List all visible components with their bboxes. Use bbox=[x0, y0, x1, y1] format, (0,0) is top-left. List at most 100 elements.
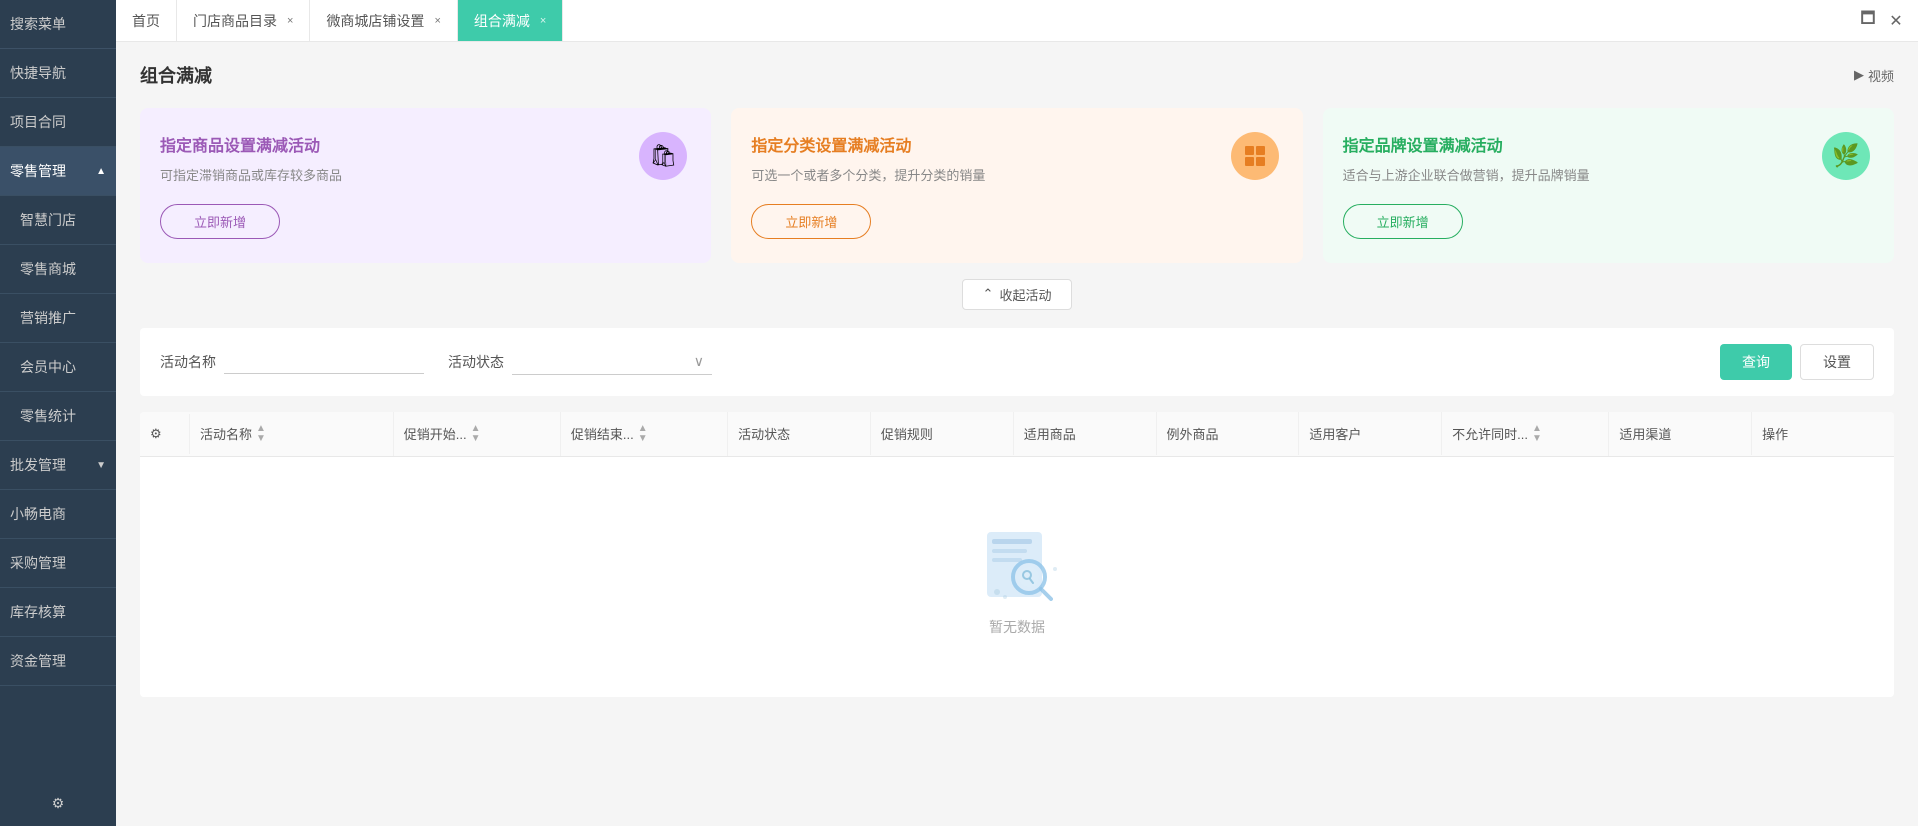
th-label: 适用商品 bbox=[1024, 424, 1076, 443]
sidebar-item-label: 零售统计 bbox=[20, 406, 76, 426]
tab-close-icon[interactable]: × bbox=[434, 15, 440, 27]
play-icon: ▶ bbox=[1854, 67, 1864, 83]
th-label: 活动状态 bbox=[738, 424, 790, 443]
th-label: 不允许同时... bbox=[1452, 424, 1528, 443]
settings-button[interactable]: ⚙ bbox=[0, 781, 116, 826]
content-area: 组合满减 ▶ 视频 🛍 指定商品设置满减活动 可指定滞销商品或库存较多商品 立即… bbox=[116, 42, 1918, 826]
setting-button[interactable]: 设置 bbox=[1800, 344, 1874, 380]
category-card-add-button[interactable]: 立即新增 bbox=[751, 204, 871, 239]
th-applicable-channel: 适用渠道 bbox=[1609, 412, 1752, 455]
sidebar-item-inventory-calc[interactable]: 库存核算 bbox=[0, 588, 116, 637]
table-header: ⚙ 活动名称 ▲▼ 促销开始... ▲▼ 促销结束... ▲▼ 活动状态 bbox=[140, 412, 1894, 457]
th-activity-status: 活动状态 bbox=[728, 412, 871, 455]
collapse-bar: ⌃ 收起活动 bbox=[140, 279, 1894, 310]
page-header: 组合满减 ▶ 视频 bbox=[140, 62, 1894, 88]
sidebar-item-smart-store[interactable]: 智慧门店 bbox=[0, 196, 116, 245]
empty-text: 暂无数据 bbox=[989, 617, 1045, 637]
sidebar-item-member-center[interactable]: 会员中心 bbox=[0, 343, 116, 392]
tab-combo-discount[interactable]: 组合满减 × bbox=[458, 0, 563, 41]
sidebar-item-label: 批发管理 bbox=[10, 455, 66, 475]
sidebar-item-wholesale-mgmt[interactable]: 批发管理 ▼ bbox=[0, 441, 116, 490]
goods-card-icon: 🛍 bbox=[639, 132, 687, 180]
collapse-label: 收起活动 bbox=[999, 285, 1051, 304]
activity-name-label: 活动名称 bbox=[160, 352, 216, 372]
sidebar-item-retail-mgmt[interactable]: 零售管理 ▲ bbox=[0, 147, 116, 196]
th-label: 操作 bbox=[1762, 424, 1788, 443]
chevron-up-icon: ▲ bbox=[96, 166, 106, 177]
gear-icon: ⚙ bbox=[52, 795, 65, 812]
sidebar-item-purchase-mgmt[interactable]: 采购管理 bbox=[0, 539, 116, 588]
tab-wechat-store[interactable]: 微商城店铺设置 × bbox=[310, 0, 457, 41]
sidebar-search[interactable]: 搜索菜单 bbox=[0, 0, 116, 49]
th-activity-name[interactable]: 活动名称 ▲▼ bbox=[190, 412, 394, 456]
close-window-button[interactable]: ✕ bbox=[1886, 11, 1906, 31]
query-button[interactable]: 查询 bbox=[1720, 344, 1792, 380]
sidebar-item-marketing[interactable]: 营销推广 bbox=[0, 294, 116, 343]
video-label: 视频 bbox=[1868, 66, 1894, 85]
sidebar-item-label: 零售管理 bbox=[10, 161, 66, 181]
sidebar-item-fund-mgmt[interactable]: 资金管理 bbox=[0, 637, 116, 686]
category-card-title: 指定分类设置满减活动 bbox=[751, 132, 1282, 156]
tab-close-icon[interactable]: × bbox=[540, 15, 546, 27]
tab-close-icon[interactable]: × bbox=[287, 15, 293, 27]
sidebar-item-retail-stats[interactable]: 零售统计 bbox=[0, 392, 116, 441]
th-label: 活动名称 bbox=[200, 424, 252, 443]
tab-home[interactable]: 首页 bbox=[116, 0, 177, 41]
tab-store-catalog[interactable]: 门店商品目录 × bbox=[177, 0, 310, 41]
sidebar-item-label: 采购管理 bbox=[10, 553, 66, 573]
sort-icon: ▲▼ bbox=[471, 424, 481, 444]
tab-label: 微商城店铺设置 bbox=[326, 11, 424, 31]
th-action: 操作 bbox=[1752, 412, 1894, 455]
sidebar-item-label: 小畅电商 bbox=[10, 504, 66, 524]
sidebar-item-xiaochangEC[interactable]: 小畅电商 bbox=[0, 490, 116, 539]
brand-card-icon: 🌿 bbox=[1822, 132, 1870, 180]
th-except-goods: 例外商品 bbox=[1157, 412, 1300, 455]
sidebar-item-label: 营销推广 bbox=[20, 308, 76, 328]
th-promo-start[interactable]: 促销开始... ▲▼ bbox=[394, 412, 561, 456]
sidebar: 搜索菜单 快捷导航 项目合同 零售管理 ▲ 智慧门店 零售商城 营销推广 会员中… bbox=[0, 0, 116, 826]
brand-activity-card: 🌿 指定品牌设置满减活动 适合与上游企业联合做营销，提升品牌销量 立即新增 bbox=[1323, 108, 1894, 263]
tab-label: 首页 bbox=[132, 11, 160, 31]
goods-card-desc: 可指定滞销商品或库存较多商品 bbox=[160, 166, 691, 186]
th-not-same[interactable]: 不允许同时... ▲▼ bbox=[1442, 412, 1609, 456]
search-form: 活动名称 活动状态 ∨ 查询 设置 bbox=[140, 328, 1894, 396]
sort-icon: ▲▼ bbox=[1532, 424, 1542, 444]
goods-card-title: 指定商品设置满减活动 bbox=[160, 132, 691, 156]
sidebar-item-project-contract[interactable]: 项目合同 bbox=[0, 98, 116, 147]
video-link[interactable]: ▶ 视频 bbox=[1854, 66, 1894, 85]
sidebar-item-label: 智慧门店 bbox=[20, 210, 76, 230]
sidebar-item-label: 资金管理 bbox=[10, 651, 66, 671]
brand-card-add-button[interactable]: 立即新增 bbox=[1343, 204, 1463, 239]
main-area: 首页 门店商品目录 × 微商城店铺设置 × 组合满减 × 🗖 ✕ 组合满减 ▶ … bbox=[116, 0, 1918, 826]
collapse-activity-button[interactable]: ⌃ 收起活动 bbox=[962, 279, 1073, 310]
search-buttons: 查询 设置 bbox=[1720, 344, 1874, 380]
chevron-down-icon: ∨ bbox=[694, 353, 704, 370]
tab-label: 门店商品目录 bbox=[193, 11, 277, 31]
page-title: 组合满减 bbox=[140, 62, 212, 88]
restore-window-button[interactable]: 🗖 bbox=[1858, 11, 1878, 31]
activity-status-select[interactable]: ∨ bbox=[512, 349, 712, 375]
sidebar-item-label: 快捷导航 bbox=[10, 63, 66, 83]
sidebar-item-quick-nav[interactable]: 快捷导航 bbox=[0, 49, 116, 98]
th-label: 适用客户 bbox=[1309, 424, 1361, 443]
th-label: 例外商品 bbox=[1167, 424, 1219, 443]
empty-state: 暂无数据 bbox=[140, 457, 1894, 697]
tab-label: 组合满减 bbox=[474, 11, 530, 31]
sidebar-item-label: 零售商城 bbox=[20, 259, 76, 279]
sidebar-item-label: 库存核算 bbox=[10, 602, 66, 622]
gear-icon: ⚙ bbox=[150, 426, 162, 442]
th-promo-rule: 促销规则 bbox=[871, 412, 1014, 455]
sidebar-item-retail-mall[interactable]: 零售商城 bbox=[0, 245, 116, 294]
th-label: 适用渠道 bbox=[1619, 424, 1671, 443]
sidebar-item-label: 项目合同 bbox=[10, 112, 66, 132]
th-gear[interactable]: ⚙ bbox=[140, 414, 190, 454]
sidebar-item-label: 会员中心 bbox=[20, 357, 76, 377]
activity-name-input[interactable] bbox=[224, 349, 424, 374]
empty-illustration bbox=[967, 517, 1067, 617]
activity-status-label: 活动状态 bbox=[448, 352, 504, 372]
sort-icon: ▲▼ bbox=[256, 424, 266, 444]
goods-card-add-button[interactable]: 立即新增 bbox=[160, 204, 280, 239]
th-promo-end[interactable]: 促销结束... ▲▼ bbox=[561, 412, 728, 456]
brand-card-title: 指定品牌设置满减活动 bbox=[1343, 132, 1874, 156]
th-applicable-customer: 适用客户 bbox=[1299, 412, 1442, 455]
